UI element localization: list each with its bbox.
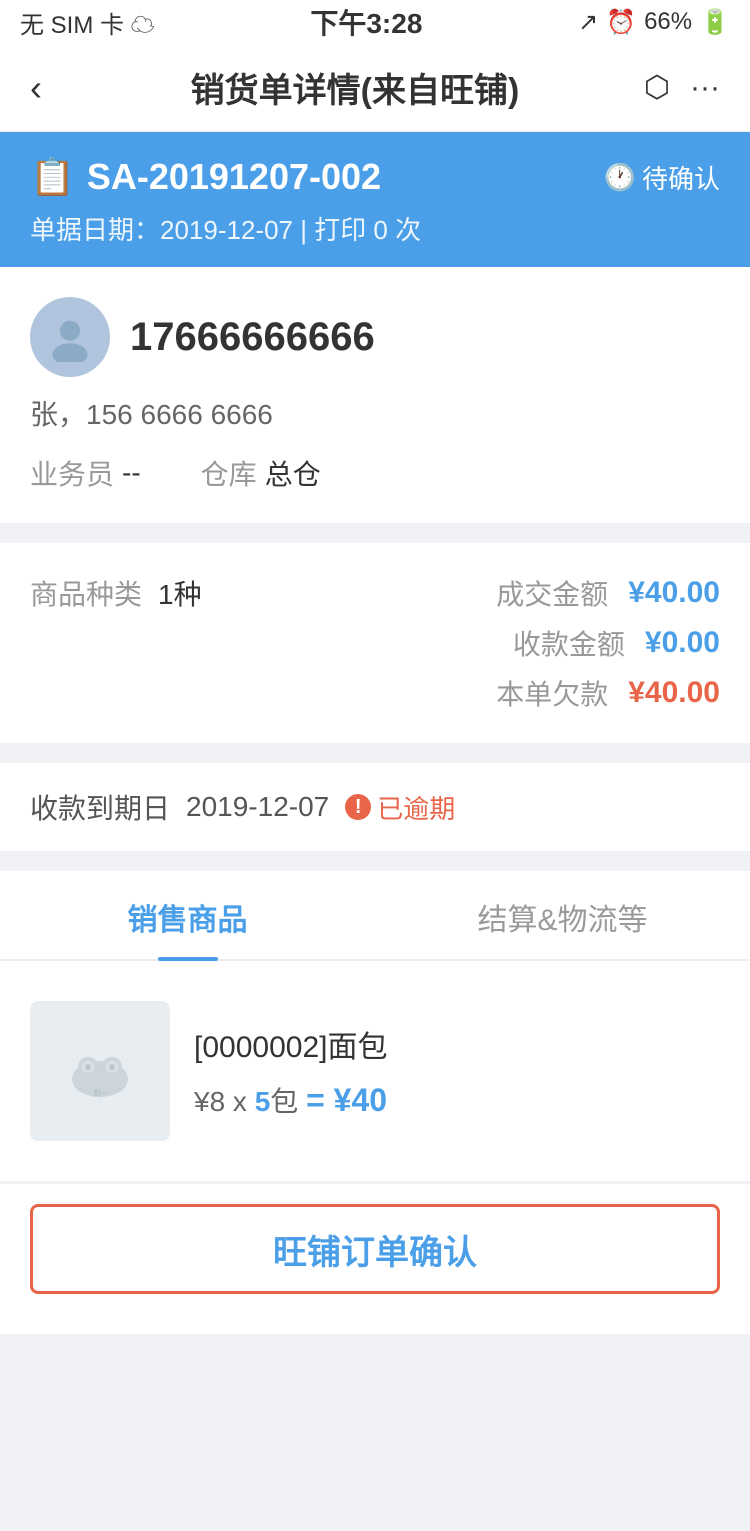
overdue-dot-icon: ! — [345, 794, 371, 820]
svg-text:野+: 野+ — [94, 1089, 107, 1098]
customer-phone: 17666666666 — [130, 315, 375, 360]
order-date: 单据日期：2019-12-07 | 打印 0 次 — [30, 210, 720, 247]
amount-row-0: 成交金额 ¥40.00 — [496, 573, 720, 613]
overdue-badge: ! 已逾期 — [345, 789, 455, 826]
warehouse-label: 仓库 — [201, 453, 257, 493]
due-label: 收款到期日 — [30, 787, 170, 827]
quantity-value: 5 — [255, 1086, 271, 1117]
battery-status: 66% — [644, 8, 692, 36]
order-icon: 📋 — [30, 156, 75, 198]
avatar — [30, 297, 110, 377]
warehouse-item: 仓库 总仓 — [201, 453, 321, 493]
location-icon: ↗ — [578, 8, 598, 37]
salesman-item: 业务员 -- — [30, 453, 141, 493]
battery-icon: 🔋 — [700, 8, 730, 37]
order-header: 📋 SA-20191207-002 🕐 待确认 单据日期：2019-12-07 … — [0, 132, 750, 267]
salesman-value: -- — [122, 457, 141, 489]
tab-sales-product[interactable]: 销售商品 — [0, 871, 375, 959]
amount-label-2: 本单欠款 — [496, 673, 608, 713]
product-info: [0000002]面包 ¥8 x 5包 = ¥40 — [194, 1022, 720, 1120]
type-label: 商品种类 — [30, 573, 142, 613]
amount-label-0: 成交金额 — [496, 573, 608, 613]
salesman-label: 业务员 — [30, 453, 114, 493]
type-value: 1种 — [158, 573, 202, 613]
status-time: 下午3:28 — [310, 2, 422, 42]
amount-label-1: 收款金额 — [513, 623, 625, 663]
page-title: 销货单详情(来自旺铺) — [90, 63, 620, 112]
tabs-section: 销售商品 结算&物流等 野+ [0000002]面包 — [0, 871, 750, 1181]
tabs-bar: 销售商品 结算&物流等 — [0, 871, 750, 961]
amount-value-1: ¥0.00 — [645, 626, 720, 660]
total-price: = ¥40 — [306, 1082, 387, 1118]
amount-value-0: ¥40.00 — [628, 576, 720, 610]
product-name: [0000002]面包 — [194, 1022, 720, 1066]
status-left: 无 SIM 卡 ☁ — [20, 5, 155, 40]
product-price: ¥8 x 5包 = ¥40 — [194, 1080, 720, 1120]
share-icon[interactable]: ⬡ — [644, 70, 670, 105]
customer-name: 张，156 6666 6666 — [30, 393, 720, 433]
due-section: 收款到期日 2019-12-07 ! 已逾期 — [0, 763, 750, 851]
back-button[interactable]: ‹ — [30, 67, 90, 109]
amount-value-2: ¥40.00 — [628, 676, 720, 710]
customer-section: 17666666666 张，156 6666 6666 业务员 -- 仓库 总仓 — [0, 267, 750, 523]
sim-status: 无 SIM 卡 ☁ — [20, 5, 155, 40]
more-icon[interactable]: ··· — [690, 71, 720, 105]
nav-bar: ‹ 销货单详情(来自旺铺) ⬡ ··· — [0, 44, 750, 132]
order-status: 🕐 待确认 — [604, 159, 720, 196]
warehouse-value: 总仓 — [265, 453, 321, 493]
price-text: ¥8 x — [194, 1086, 255, 1117]
product-item-0: 野+ [0000002]面包 ¥8 x 5包 = ¥40 — [30, 981, 720, 1161]
status-bar: 无 SIM 卡 ☁ 下午3:28 ↗ ⏰ 66% 🔋 — [0, 0, 750, 44]
summary-left: 商品种类 1种 — [30, 573, 202, 613]
product-thumbnail: 野+ — [30, 1001, 170, 1141]
unit-text: 包 — [270, 1086, 298, 1117]
nav-actions: ⬡ ··· — [620, 70, 720, 105]
product-list: 野+ [0000002]面包 ¥8 x 5包 = ¥40 — [0, 961, 750, 1181]
confirm-button[interactable]: 旺铺订单确认 — [30, 1204, 720, 1294]
amount-row-1: 收款金额 ¥0.00 — [513, 623, 720, 663]
status-right: ↗ ⏰ 66% 🔋 — [578, 8, 730, 37]
amount-row-2: 本单欠款 ¥40.00 — [496, 673, 720, 713]
bottom-spacer — [0, 1381, 750, 1531]
alarm-icon: ⏰ — [606, 8, 636, 37]
summary-right: 成交金额 ¥40.00 收款金额 ¥0.00 本单欠款 ¥40.00 — [496, 573, 720, 713]
summary-section: 商品种类 1种 成交金额 ¥40.00 收款金额 ¥0.00 本单欠款 ¥40.… — [0, 543, 750, 743]
due-date: 2019-12-07 — [186, 791, 329, 823]
order-id: 📋 SA-20191207-002 — [30, 156, 381, 198]
customer-meta: 业务员 -- 仓库 总仓 — [30, 453, 720, 493]
clock-icon: 🕐 — [604, 162, 636, 193]
bottom-area: 旺铺订单确认 — [0, 1184, 750, 1334]
overdue-text: 已逾期 — [377, 789, 455, 826]
tab-settlement[interactable]: 结算&物流等 — [375, 871, 750, 959]
